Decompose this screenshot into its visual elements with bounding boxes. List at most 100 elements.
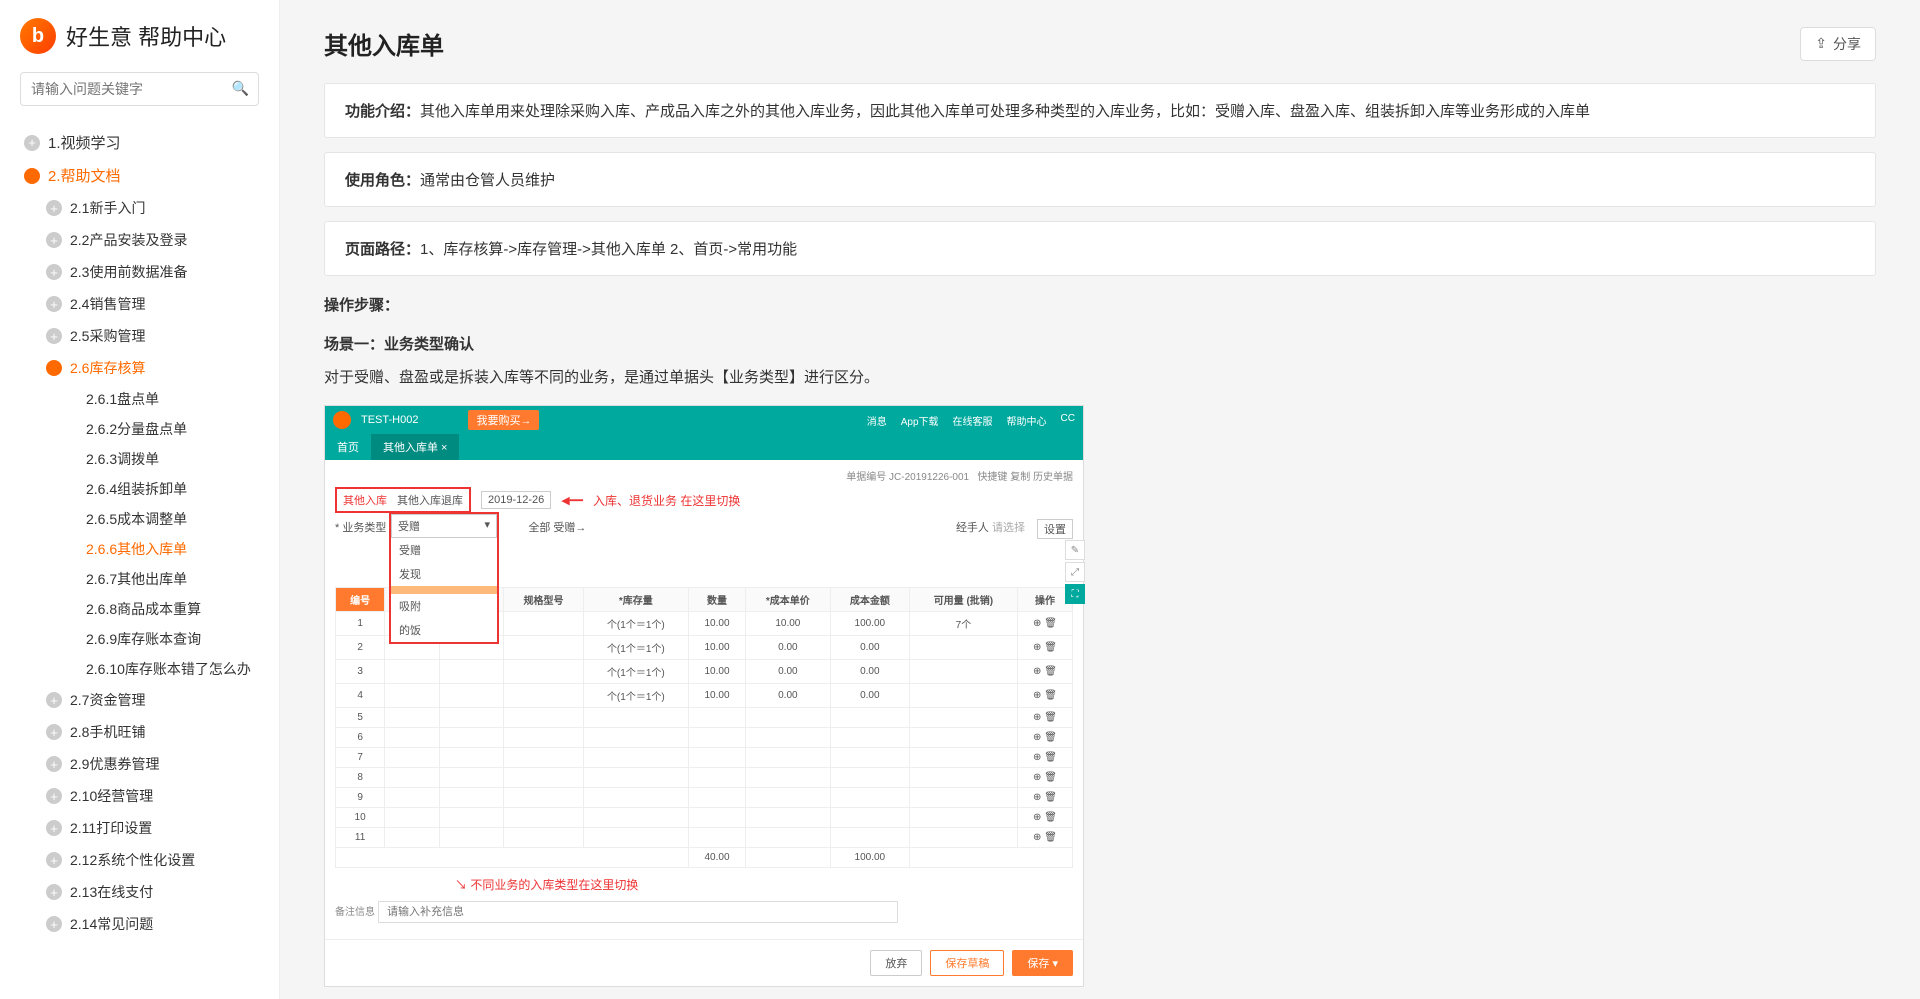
search-icon[interactable]: 🔍 (232, 80, 249, 97)
plus-icon: + (46, 264, 62, 280)
tab-home[interactable]: 首页 (325, 434, 371, 460)
save-draft-button[interactable]: 保存草稿 (930, 950, 1004, 976)
tool-icon-3[interactable]: ⛶ (1065, 584, 1085, 604)
tool-shortcut[interactable]: 快捷键 (977, 472, 1007, 483)
biztype-dropdown[interactable]: 受赠▾ 受赠 发现 吸附 的饭 (389, 512, 499, 644)
nav-label: 2.6.7其他出库单 (86, 569, 187, 589)
side-toolbar: ✎ ⤢ ⛶ (1065, 540, 1085, 604)
remark-input[interactable] (378, 901, 898, 923)
tab-other-in[interactable]: 其他入库单 × (371, 434, 459, 460)
user-avatar[interactable]: CC (1061, 413, 1075, 428)
nav-item-2-4[interactable]: +2.4销售管理 (42, 288, 259, 320)
nav-label: 2.6.3调拨单 (86, 449, 159, 469)
radio-return[interactable]: 其他入库退库 (397, 492, 463, 508)
bill-type-radio[interactable]: 其他入库 其他入库退库 (335, 487, 471, 513)
menu-app[interactable]: App下载 (901, 413, 939, 428)
dd-opt-4[interactable]: 吸附 (391, 594, 497, 618)
nav-label: 2.3使用前数据准备 (70, 262, 187, 282)
nav-item-2-6-9[interactable]: 2.6.9库存账本查询 (86, 624, 259, 654)
nav-section-video[interactable]: +1.视频学习 (20, 126, 259, 159)
nav-item-2-6[interactable]: –2.6库存核算 (42, 352, 259, 384)
cancel-button[interactable]: 放弃 (870, 950, 922, 976)
nav-item-2-6-5[interactable]: 2.6.5成本调整单 (86, 504, 259, 534)
nav-item-2-6-8[interactable]: 2.6.8商品成本重算 (86, 594, 259, 624)
intro-text: 其他入库单用来处理除采购入库、产成品入库之外的其他入库业务，因此其他入库单可处理… (420, 103, 1590, 120)
menu-msg[interactable]: 消息 (867, 413, 887, 428)
nav-item-2-6-6[interactable]: 2.6.6其他入库单 (86, 534, 259, 564)
th-amount: 成本金额 (830, 588, 909, 612)
page-title: 其他入库单 (324, 26, 444, 61)
nav-item-2-6-2[interactable]: 2.6.2分量盘点单 (86, 414, 259, 444)
nav-item-2-6-1[interactable]: 2.6.1盘点单 (86, 384, 259, 414)
nav-item-2-6-7[interactable]: 2.6.7其他出库单 (86, 564, 259, 594)
nav-label: 1.视频学习 (48, 132, 121, 153)
nav-item-2-12[interactable]: +2.12系统个性化设置 (42, 844, 259, 876)
share-label: 分享 (1833, 34, 1861, 54)
nav-label: 2.6.6其他入库单 (86, 539, 187, 559)
table-row[interactable]: 7⊕ 🗑 (336, 748, 1073, 768)
nav-item-2-1[interactable]: +2.1新手入门 (42, 192, 259, 224)
nav-item-2-6-10[interactable]: 2.6.10库存账本错了怎么办 (86, 654, 259, 684)
filter-all[interactable]: 全部 (528, 522, 550, 534)
dd-opt-5[interactable]: 的饭 (391, 618, 497, 642)
nav-label: 2.7资金管理 (70, 690, 145, 710)
nav-item-2-9[interactable]: +2.9优惠券管理 (42, 748, 259, 780)
dd-opt-1[interactable]: 受赠 (391, 538, 497, 562)
menu-service[interactable]: 在线客服 (953, 413, 993, 428)
nav-item-2-6-3[interactable]: 2.6.3调拨单 (86, 444, 259, 474)
share-button[interactable]: ⇪分享 (1800, 27, 1876, 61)
shot-footer: 放弃 保存草稿 保存 ▾ (325, 939, 1083, 986)
path-text: 1、库存核算->库存管理->其他入库单 2、首页->常用功能 (420, 241, 797, 258)
shot-tabs: 首页 其他入库单 × (325, 434, 1083, 460)
nav-sub-helpdoc: +2.1新手入门 +2.2产品安装及登录 +2.3使用前数据准备 +2.4销售管… (20, 192, 259, 940)
nav-item-2-8[interactable]: +2.8手机旺铺 (42, 716, 259, 748)
settings-button[interactable]: 设置 (1037, 519, 1073, 539)
nav-label: 2.6库存核算 (70, 358, 145, 378)
page-header: 其他入库单 ⇪分享 (324, 26, 1876, 61)
dd-opt-3[interactable] (391, 586, 497, 594)
tool-copy[interactable]: 复制 (1010, 472, 1030, 483)
table-row[interactable]: 9⊕ 🗑 (336, 788, 1073, 808)
handler-label: 经手人 (956, 522, 989, 534)
nav-item-2-14[interactable]: +2.14常见问题 (42, 908, 259, 940)
intro-label: 功能介绍： (345, 103, 420, 120)
table-row[interactable]: 10⊕ 🗑 (336, 808, 1073, 828)
date-picker[interactable]: 2019-12-26 (481, 491, 551, 509)
nav-label: 2.13在线支付 (70, 882, 153, 902)
biztype-label: * 业务类型 (335, 519, 386, 539)
table-row[interactable]: 8⊕ 🗑 (336, 768, 1073, 788)
buy-button[interactable]: 我要购买→ (468, 410, 539, 430)
table-row[interactable]: 11⊕ 🗑 (336, 828, 1073, 848)
nav-section-helpdoc[interactable]: –2.帮助文档 (20, 159, 259, 192)
screenshot-scene1: TEST-H002 我要购买→ 消息 App下载 在线客服 帮助中心 CC 首页… (324, 405, 1084, 987)
menu-help[interactable]: 帮助中心 (1007, 413, 1047, 428)
table-row[interactable]: 4个(1个＝1个)10.000.000.00⊕ 🗑 (336, 684, 1073, 708)
filter-gift[interactable]: 受赠→ (553, 522, 586, 534)
save-button[interactable]: 保存 ▾ (1012, 950, 1073, 976)
tool-icon-1[interactable]: ✎ (1065, 540, 1085, 560)
plus-icon: + (46, 820, 62, 836)
radio-in[interactable]: 其他入库 (343, 492, 387, 508)
annotation-1: 入库、退货业务 在这里切换 (593, 492, 740, 509)
nav-item-2-5[interactable]: +2.5采购管理 (42, 320, 259, 352)
table-row[interactable]: 3个(1个＝1个)10.000.000.00⊕ 🗑 (336, 660, 1073, 684)
nav-sub-2-6: 2.6.1盘点单 2.6.2分量盘点单 2.6.3调拨单 2.6.4组装拆卸单 … (42, 384, 259, 684)
search-input[interactable] (20, 72, 259, 106)
nav-label: 2.12系统个性化设置 (70, 850, 195, 870)
sidebar: b 好生意 帮助中心 🔍 +1.视频学习 –2.帮助文档 +2.1新手入门 +2… (0, 0, 280, 999)
handler-select[interactable]: 请选择 (992, 522, 1025, 534)
nav-item-2-6-4[interactable]: 2.6.4组装拆卸单 (86, 474, 259, 504)
nav-label: 2.6.10库存账本错了怎么办 (86, 659, 251, 679)
nav-item-2-10[interactable]: +2.10经营管理 (42, 780, 259, 812)
plus-icon: + (46, 916, 62, 932)
tool-history[interactable]: 历史单据 (1033, 472, 1073, 483)
table-row[interactable]: 5⊕ 🗑 (336, 708, 1073, 728)
table-row[interactable]: 6⊕ 🗑 (336, 728, 1073, 748)
dd-opt-2[interactable]: 发现 (391, 562, 497, 586)
tool-icon-2[interactable]: ⤢ (1065, 562, 1085, 582)
nav-item-2-3[interactable]: +2.3使用前数据准备 (42, 256, 259, 288)
nav-item-2-2[interactable]: +2.2产品安装及登录 (42, 224, 259, 256)
nav-item-2-7[interactable]: +2.7资金管理 (42, 684, 259, 716)
nav-item-2-11[interactable]: +2.11打印设置 (42, 812, 259, 844)
nav-item-2-13[interactable]: +2.13在线支付 (42, 876, 259, 908)
